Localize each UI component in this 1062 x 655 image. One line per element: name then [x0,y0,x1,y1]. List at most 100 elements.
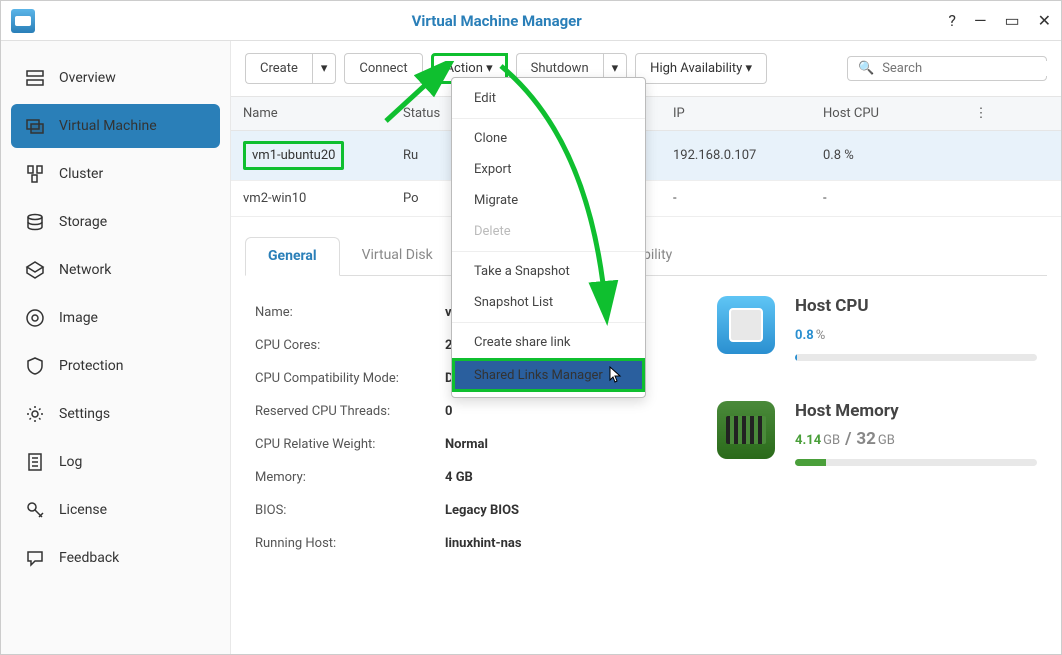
toolbar: Create▾ Connect Action ▾ Shutdown▾ High … [231,41,1061,96]
table-row[interactable]: vm1-ubuntu20 Ru -nas 192.168.0.107 0.8 % [231,131,1061,181]
connect-button[interactable]: Connect [344,53,422,84]
sidebar-item-overview[interactable]: Overview [11,56,220,100]
log-icon [25,452,45,472]
spec-label: CPU Compatibility Mode: [255,371,445,386]
spec-value: 0 [445,404,452,419]
chevron-down-icon[interactable]: ▾ [312,53,337,84]
ram-icon [717,401,775,459]
sidebar-item-label: Image [59,310,98,326]
host-memory-stat: Host Memory 4.14GB / 32GB [717,401,1037,466]
detail-tabs: General Virtual Disk Network High Availa… [245,237,1047,276]
minimize-icon[interactable]: — [974,11,987,30]
sidebar-item-label: Log [59,454,82,470]
overview-icon [25,68,45,88]
cpu-value: 0.8 [795,328,814,343]
vm-table: Name Status Host IP Host CPU ⋮ vm1-ubunt… [231,96,1061,217]
sidebar-item-label: Storage [59,214,107,230]
cpu-icon [717,296,775,354]
vm-name: vm1-ubuntu20 [243,141,344,170]
col-name[interactable]: Name [231,97,391,130]
vm-icon [25,116,45,136]
ha-button: High Availability ▾ [635,53,767,84]
dd-shared-links-manager[interactable]: Shared Links Manager [452,358,645,392]
sidebar-item-label: Network [59,262,111,278]
dd-migrate[interactable]: Migrate [452,185,645,216]
key-icon [25,500,45,520]
sidebar-item-image[interactable]: Image [11,296,220,340]
feedback-icon [25,548,45,568]
create-button[interactable]: Create▾ [245,53,336,84]
spec-value: 4 GB [445,470,473,485]
image-icon [25,308,45,328]
sidebar-item-label: Feedback [59,550,119,566]
spec-label: Name: [255,305,445,320]
search-icon: 🔍 [858,61,874,76]
help-icon[interactable]: ? [948,11,956,30]
sidebar-item-label: Cluster [59,166,103,182]
spec-label: CPU Relative Weight: [255,437,445,452]
stat-title: Host CPU [795,296,1037,316]
sidebar-item-virtual-machine[interactable]: Virtual Machine [11,104,220,148]
sidebar: Overview Virtual Machine Cluster Storage… [1,41,231,654]
dd-create-share[interactable]: Create share link [452,327,645,358]
vm-cpu: 0.8 % [811,138,961,173]
ram-used-unit: GB [823,433,840,448]
stat-title: Host Memory [795,401,1037,421]
more-cols-icon[interactable]: ⋮ [961,97,1001,130]
dd-clone[interactable]: Clone [452,123,645,154]
sidebar-item-cluster[interactable]: Cluster [11,152,220,196]
create-label: Create [245,53,312,84]
vm-name: vm2-win10 [231,181,391,216]
sidebar-item-storage[interactable]: Storage [11,200,220,244]
cpu-unit: % [816,328,826,343]
ram-total-unit: GB [878,433,895,448]
spec-label: Memory: [255,470,445,485]
chevron-down-icon: ▾ [746,61,753,76]
sidebar-item-feedback[interactable]: Feedback [11,536,220,580]
sidebar-item-label: Overview [59,70,116,86]
gear-icon [25,404,45,424]
cpu-bar [795,354,1037,361]
spec-label: CPU Cores: [255,338,445,353]
ram-used: 4.14 [795,433,821,448]
spec-value: Legacy BIOS [445,503,519,518]
storage-icon [25,212,45,232]
vm-cpu: - [811,181,961,216]
spec-label: Running Host: [255,536,445,551]
dd-edit[interactable]: Edit [452,83,645,114]
dd-export[interactable]: Export [452,154,645,185]
close-icon[interactable]: ✕ [1038,11,1051,30]
protection-icon [25,356,45,376]
spec-value: Normal [445,437,488,452]
sidebar-item-network[interactable]: Network [11,248,220,292]
col-ip[interactable]: IP [661,97,811,130]
tab-general[interactable]: General [245,237,340,276]
vm-ip: - [661,181,811,216]
sidebar-item-label: License [59,502,107,518]
network-icon [25,260,45,280]
sidebar-item-protection[interactable]: Protection [11,344,220,388]
cursor-icon [609,366,623,384]
sidebar-item-label: Settings [59,406,110,422]
spec-value: linuxhint-nas [445,536,522,551]
vm-ip: 192.168.0.107 [661,138,811,173]
ram-total: 32 [856,429,876,449]
sidebar-item-log[interactable]: Log [11,440,220,484]
search-input[interactable]: 🔍 [847,56,1047,81]
host-cpu-stat: Host CPU 0.8% [717,296,1037,361]
maximize-icon[interactable]: ▭ [1004,11,1019,30]
dd-snapshot-list[interactable]: Snapshot List [452,287,645,318]
app-icon [11,9,35,33]
spec-label: Reserved CPU Threads: [255,404,445,419]
search-field[interactable] [882,61,1048,76]
ram-bar [795,459,1037,466]
spec-label: BIOS: [255,503,445,518]
table-row[interactable]: vm2-win10 Po -nas - - [231,181,1061,217]
sidebar-item-settings[interactable]: Settings [11,392,220,436]
sidebar-item-license[interactable]: License [11,488,220,532]
col-hostcpu[interactable]: Host CPU [811,97,961,130]
sidebar-item-label: Virtual Machine [59,118,157,134]
tab-virtual-disk[interactable]: Virtual Disk [340,237,455,275]
dd-snapshot[interactable]: Take a Snapshot [452,256,645,287]
sidebar-item-label: Protection [59,358,123,374]
